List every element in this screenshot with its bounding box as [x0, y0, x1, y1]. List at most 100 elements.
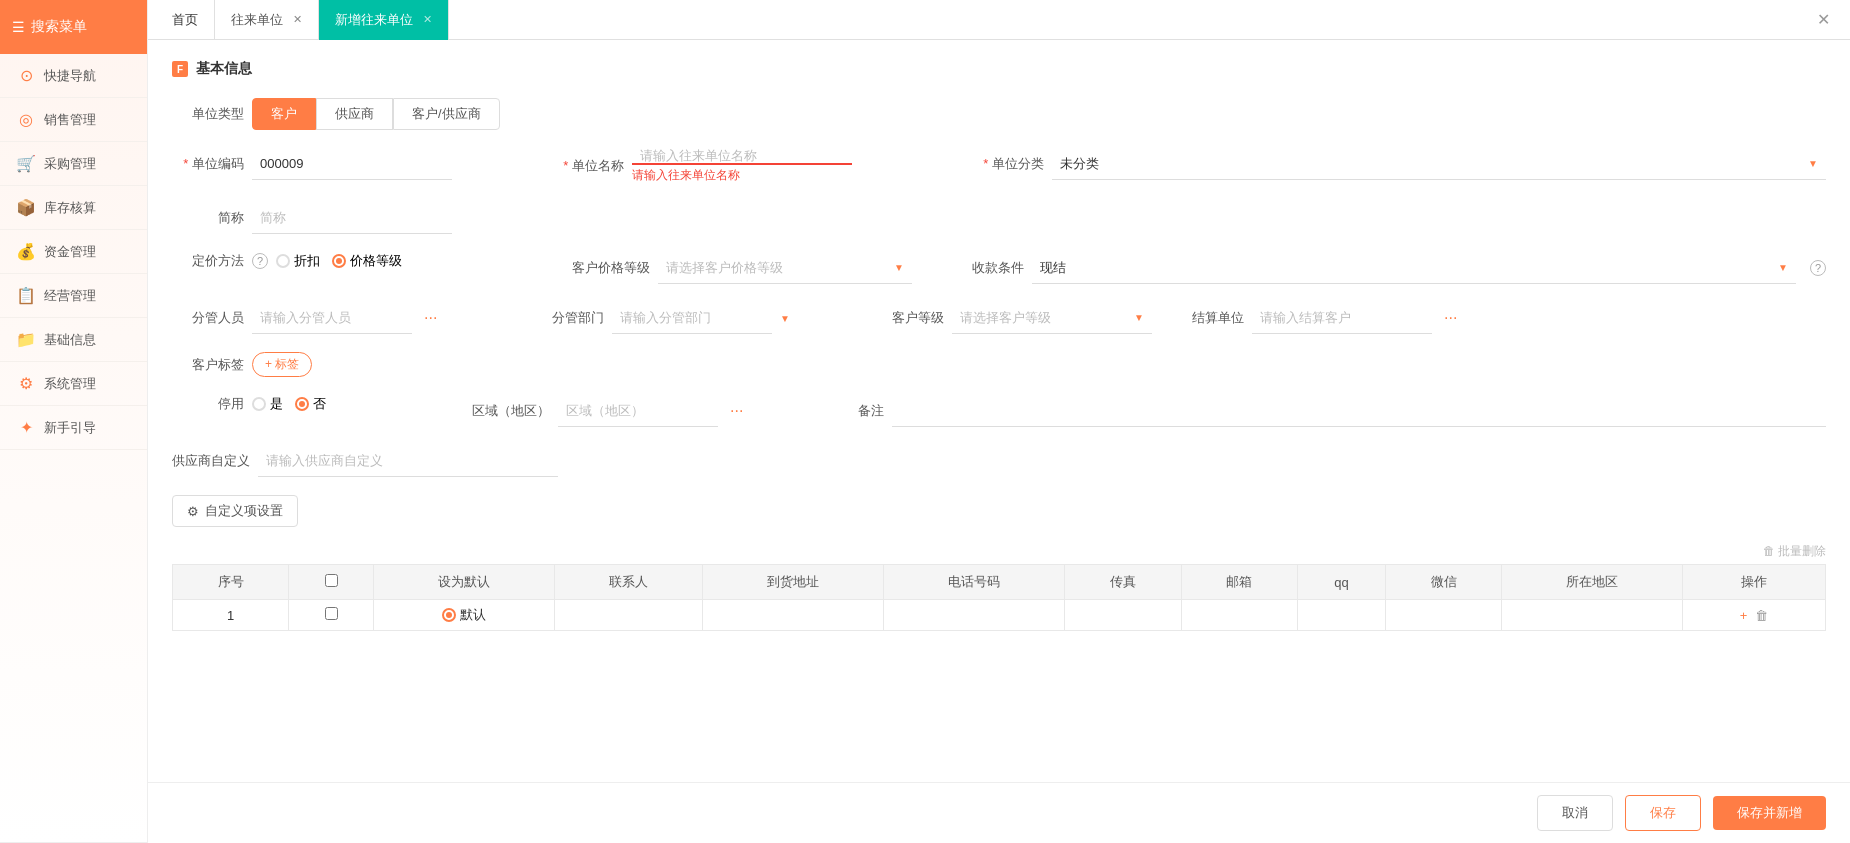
- sidebar-item-quick-nav[interactable]: ⊙快捷导航: [0, 54, 147, 98]
- table-header-cell: qq: [1297, 565, 1385, 600]
- disabled-label: 停用: [172, 395, 244, 413]
- add-tag-btn[interactable]: + 标签: [252, 352, 312, 377]
- region-input[interactable]: [558, 395, 718, 427]
- sidebar-item-inventory[interactable]: 📦库存核算: [0, 186, 147, 230]
- sidebar-item-operation[interactable]: 📋 经营管理: [0, 274, 147, 318]
- tab-new-partner[interactable]: 新增往来单位 ✕: [319, 0, 449, 40]
- tab-label-new-partner: 新增往来单位: [335, 11, 413, 29]
- department-input[interactable]: [612, 302, 772, 334]
- table-header-cell: 联系人: [554, 565, 703, 600]
- custom-settings-btn[interactable]: ⚙ 自定义项设置: [172, 495, 298, 527]
- customer-price-level-arrow: ▼: [894, 262, 904, 273]
- unit-category-arrow: ▼: [1808, 158, 1818, 169]
- sidebar-search[interactable]: ☰ 搜索菜单: [0, 10, 147, 44]
- disabled-radio-group: 是 否: [252, 395, 326, 413]
- short-name-label: 简称: [172, 209, 244, 227]
- pricing-radio-group: 折扣 价格等级: [276, 252, 402, 270]
- payment-terms-arrow: ▼: [1778, 262, 1788, 273]
- custom-settings-label: 自定义项设置: [205, 502, 283, 520]
- disabled-no-option[interactable]: 否: [295, 395, 326, 413]
- table-header-cell: 传真: [1065, 565, 1181, 600]
- disabled-yes-option[interactable]: 是: [252, 395, 283, 413]
- pricing-discount-option[interactable]: 折扣: [276, 252, 320, 270]
- cancel-button[interactable]: 取消: [1537, 795, 1613, 831]
- table-header-cell: [289, 565, 373, 600]
- tab-close-new-partner[interactable]: ✕: [423, 13, 432, 26]
- type-btn-customer[interactable]: 客户: [252, 98, 316, 130]
- sidebar-label-sales: 销售管理: [44, 111, 96, 129]
- customer-level-label: 客户等级: [872, 309, 944, 327]
- default-radio[interactable]: [442, 608, 456, 622]
- price-level-label: 价格等级: [350, 252, 402, 270]
- settlement-unit-input[interactable]: [1252, 302, 1432, 334]
- pricing-help-icon[interactable]: ?: [252, 253, 268, 269]
- table-header-cell: 操作: [1683, 565, 1826, 600]
- row-cell-联系人: [554, 600, 703, 631]
- batch-delete-btn[interactable]: 🗑 批量删除: [172, 543, 1826, 560]
- table-header-cell: 序号: [173, 565, 289, 600]
- discount-radio: [276, 254, 290, 268]
- operation-icon: 📋: [16, 286, 36, 305]
- row-checkbox[interactable]: [325, 607, 338, 620]
- unit-code-input[interactable]: [252, 148, 452, 180]
- type-btn-both[interactable]: 客户/供应商: [393, 98, 500, 130]
- search-icon: ☰: [12, 19, 25, 35]
- row-add-btn[interactable]: +: [1740, 608, 1748, 623]
- table-header-cell: 到货地址: [703, 565, 884, 600]
- payment-help-icon[interactable]: ?: [1810, 260, 1826, 276]
- region-more-btn[interactable]: ···: [726, 402, 747, 420]
- customer-price-level-select[interactable]: 请选择客户价格等级 ▼: [658, 252, 912, 284]
- default-label: 默认: [460, 606, 486, 624]
- select-all-checkbox[interactable]: [325, 574, 338, 587]
- sidebar-label-inventory: 库存核算: [44, 199, 96, 217]
- close-all-icon[interactable]: ✕: [1805, 10, 1842, 29]
- table-header-cell: 微信: [1385, 565, 1501, 600]
- remark-input[interactable]: [892, 395, 1826, 427]
- sidebar-label-quick-nav: 快捷导航: [44, 67, 96, 85]
- manager-more-btn[interactable]: ···: [420, 309, 441, 327]
- sidebar-label-operation: 经营管理: [44, 287, 96, 305]
- payment-terms-label: 收款条件: [952, 259, 1024, 277]
- custom-settings-container: ⚙ 自定义项设置: [172, 495, 1826, 527]
- row-cell-微信: [1385, 600, 1501, 631]
- sidebar-item-purchase[interactable]: 🛒采购管理: [0, 142, 147, 186]
- payment-terms-select[interactable]: 现结 ▼: [1032, 252, 1796, 284]
- save-new-button[interactable]: 保存并新增: [1713, 796, 1826, 830]
- row-cell-电话号码: [884, 600, 1065, 631]
- pricing-level-option[interactable]: 价格等级: [332, 252, 402, 270]
- sidebar-label-guide: 新手引导: [44, 419, 96, 437]
- row-cell-传真: [1065, 600, 1181, 631]
- type-btn-supplier[interactable]: 供应商: [316, 98, 393, 130]
- supplier-custom-input[interactable]: [258, 445, 558, 477]
- disabled-no-label: 否: [313, 395, 326, 413]
- unit-name-input[interactable]: [632, 148, 852, 165]
- main-area: 首页往来单位✕新增往来单位✕ ✕ F 基本信息 单位类型 客户供应商客户/供应商…: [148, 0, 1850, 843]
- sales-icon: ◎: [16, 110, 36, 129]
- unit-type-row: 单位类型 客户供应商客户/供应商: [172, 98, 1826, 130]
- sidebar-item-basic[interactable]: 📁 基础信息: [0, 318, 147, 362]
- tab-home[interactable]: 首页: [156, 0, 215, 40]
- customer-level-arrow: ▼: [1134, 312, 1144, 323]
- tab-partners[interactable]: 往来单位✕: [215, 0, 319, 40]
- save-button[interactable]: 保存: [1625, 795, 1701, 831]
- footer: 取消 保存 保存并新增: [148, 782, 1850, 843]
- settlement-unit-more-btn[interactable]: ···: [1440, 309, 1461, 327]
- sidebar-item-system[interactable]: ⚙系统管理: [0, 362, 147, 406]
- short-name-input[interactable]: [252, 202, 452, 234]
- customer-tag-label: 客户标签: [172, 356, 244, 374]
- sidebar: ☰ 搜索菜单 ⊙快捷导航 ◎ 销售管理 🛒采购管理📦库存核算💰资金管理 📋 经营管理 📁 基础…: [0, 0, 148, 843]
- tab-close-partners[interactable]: ✕: [293, 13, 302, 26]
- sidebar-item-sales[interactable]: ◎ 销售管理: [0, 98, 147, 142]
- row-delete-btn[interactable]: 🗑: [1755, 608, 1768, 623]
- short-name-row: 简称: [172, 202, 1826, 234]
- unit-category-select[interactable]: 未分类 ▼: [1052, 148, 1826, 180]
- customer-level-placeholder: 请选择客户等级: [960, 309, 1051, 327]
- basic-icon: 📁: [16, 330, 36, 349]
- sidebar-item-guide[interactable]: ✦新手引导: [0, 406, 147, 450]
- type-buttons: 客户供应商客户/供应商: [252, 98, 500, 130]
- region-label: 区域（地区）: [472, 402, 550, 420]
- customer-level-select[interactable]: 请选择客户等级 ▼: [952, 302, 1152, 334]
- sidebar-label-basic: 基础信息: [44, 331, 96, 349]
- manager-input[interactable]: [252, 302, 412, 334]
- sidebar-item-finance[interactable]: 💰资金管理: [0, 230, 147, 274]
